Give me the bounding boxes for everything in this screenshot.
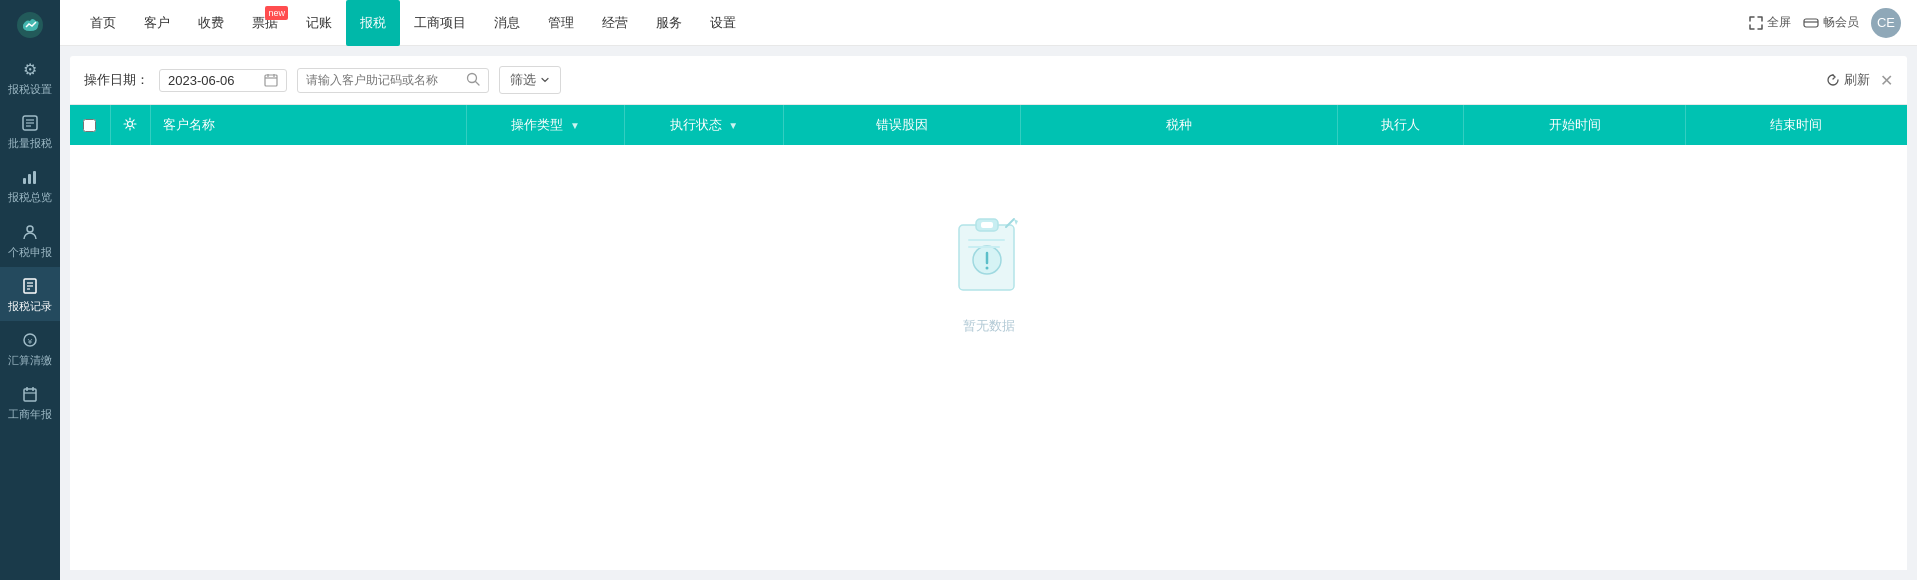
search-button[interactable] <box>466 72 480 89</box>
refresh-icon <box>1826 73 1840 87</box>
topnav: 首页 客户 收费 票据 new 记账 报税 工商项目 消息 管理 经营 服务 设… <box>60 0 1917 46</box>
th-checkbox <box>70 105 110 145</box>
filter-bar-right: 刷新 ✕ <box>1826 71 1893 90</box>
empty-state: 暂无数据 <box>70 145 1907 395</box>
sidebar-item-label: 报税总览 <box>8 191 52 204</box>
sidebar-item-batch-tax[interactable]: 批量报税 <box>0 104 60 158</box>
topnav-message[interactable]: 消息 <box>480 0 534 46</box>
sidebar-item-label: 报税记录 <box>8 300 52 313</box>
avatar[interactable]: CE <box>1871 8 1901 38</box>
sidebar-item-label: 工商年报 <box>8 408 52 421</box>
topnav-invoice[interactable]: 票据 new <box>238 0 292 46</box>
fullscreen-icon <box>1749 16 1763 30</box>
th-executor: 执行人 <box>1337 105 1464 145</box>
topnav-service[interactable]: 服务 <box>642 0 696 46</box>
topnav-accounts[interactable]: 记账 <box>292 0 346 46</box>
data-table: 客户名称 操作类型 ▼ 执行状态 ▼ 错误股因 税种 执行人 开始时间 <box>70 105 1907 395</box>
sidebar-item-label: 报税设置 <box>8 83 52 96</box>
sidebar-item-label: 个税申报 <box>8 246 52 259</box>
empty-illustration <box>944 205 1034 305</box>
topnav-manage[interactable]: 管理 <box>534 0 588 46</box>
svg-line-26 <box>476 81 480 85</box>
settlement-icon: ¥ <box>19 329 41 351</box>
sidebar-item-label: 汇算清缴 <box>8 354 52 367</box>
th-end-time: 结束时间 <box>1685 105 1907 145</box>
avatar-text: CE <box>1877 15 1895 30</box>
sort-icon-op-type: ▼ <box>570 120 580 131</box>
th-settings <box>110 105 150 145</box>
sidebar-logo <box>0 0 60 50</box>
filter-button[interactable]: 筛选 <box>499 66 561 94</box>
tax-settings-icon: ⚙ <box>19 58 41 80</box>
sidebar-item-tax-record[interactable]: 报税记录 <box>0 267 60 321</box>
topnav-finance[interactable]: 经营 <box>588 0 642 46</box>
column-settings-icon[interactable] <box>123 117 137 131</box>
svg-rect-30 <box>981 222 993 228</box>
topnav-right: 全屏 畅会员 CE <box>1749 8 1901 38</box>
fullscreen-button[interactable]: 全屏 <box>1749 14 1791 31</box>
svg-point-33 <box>985 267 988 270</box>
date-input[interactable] <box>168 73 258 88</box>
sidebar-item-tax-settings[interactable]: ⚙ 报税设置 <box>0 50 60 104</box>
topnav-settings[interactable]: 设置 <box>696 0 750 46</box>
member-icon <box>1803 15 1819 31</box>
chevron-down-icon <box>540 75 550 85</box>
topnav-customer[interactable]: 客户 <box>130 0 184 46</box>
filter-label: 筛选 <box>510 71 536 89</box>
empty-text: 暂无数据 <box>963 317 1015 335</box>
svg-text:¥: ¥ <box>27 337 33 346</box>
sidebar: ⚙ 报税设置 批量报税 报税总览 <box>0 0 60 580</box>
refresh-label: 刷新 <box>1844 71 1870 89</box>
svg-rect-21 <box>265 75 277 86</box>
sidebar-item-annual-report[interactable]: 工商年报 <box>0 375 60 429</box>
date-label: 操作日期： <box>84 71 149 89</box>
sidebar-item-tax-summary[interactable]: 报税总览 <box>0 158 60 212</box>
sort-icon-exec-status: ▼ <box>728 120 738 131</box>
sidebar-item-settlement[interactable]: ¥ 汇算清缴 <box>0 321 60 375</box>
svg-point-8 <box>27 226 33 232</box>
filter-bar: 操作日期： 筛选 <box>70 56 1907 105</box>
member-label: 畅会员 <box>1823 14 1859 31</box>
personal-tax-icon <box>19 221 41 243</box>
refresh-button[interactable]: 刷新 <box>1826 71 1870 89</box>
topnav-business[interactable]: 工商项目 <box>400 0 480 46</box>
th-exec-status: 执行状态 ▼ <box>625 105 783 145</box>
new-badge: new <box>265 6 288 20</box>
svg-rect-5 <box>23 178 26 184</box>
topnav-home[interactable]: 首页 <box>76 0 130 46</box>
batch-tax-icon <box>19 112 41 134</box>
svg-rect-7 <box>33 171 36 184</box>
calendar-icon <box>264 73 278 87</box>
table-wrap: 客户名称 操作类型 ▼ 执行状态 ▼ 错误股因 税种 执行人 开始时间 <box>70 105 1907 570</box>
topnav-billing[interactable]: 收费 <box>184 0 238 46</box>
tax-summary-icon <box>19 166 41 188</box>
svg-rect-19 <box>1804 19 1818 27</box>
search-input[interactable] <box>306 73 466 87</box>
svg-marker-35 <box>1014 219 1018 225</box>
search-icon <box>466 72 480 86</box>
th-start-time: 开始时间 <box>1464 105 1686 145</box>
main-wrap: 首页 客户 收费 票据 new 记账 报税 工商项目 消息 管理 经营 服务 设… <box>60 0 1917 580</box>
th-tax-type: 税种 <box>1021 105 1338 145</box>
fullscreen-label: 全屏 <box>1767 14 1791 31</box>
close-button[interactable]: ✕ <box>1880 71 1893 90</box>
annual-report-icon <box>19 383 41 405</box>
select-all-checkbox[interactable] <box>83 119 96 132</box>
topnav-tax[interactable]: 报税 <box>346 0 400 46</box>
tax-record-icon <box>19 275 41 297</box>
content-area: 操作日期： 筛选 <box>60 46 1917 580</box>
svg-point-27 <box>128 121 133 126</box>
sidebar-item-personal-tax[interactable]: 个税申报 <box>0 213 60 267</box>
th-error-reason: 错误股因 <box>783 105 1020 145</box>
sidebar-item-label: 批量报税 <box>8 137 52 150</box>
search-wrap <box>297 68 489 93</box>
th-op-type: 操作类型 ▼ <box>467 105 625 145</box>
th-client-name: 客户名称 <box>150 105 467 145</box>
member-button[interactable]: 畅会员 <box>1803 14 1859 31</box>
date-picker[interactable] <box>159 69 287 92</box>
svg-rect-6 <box>28 174 31 184</box>
svg-rect-15 <box>24 389 36 401</box>
